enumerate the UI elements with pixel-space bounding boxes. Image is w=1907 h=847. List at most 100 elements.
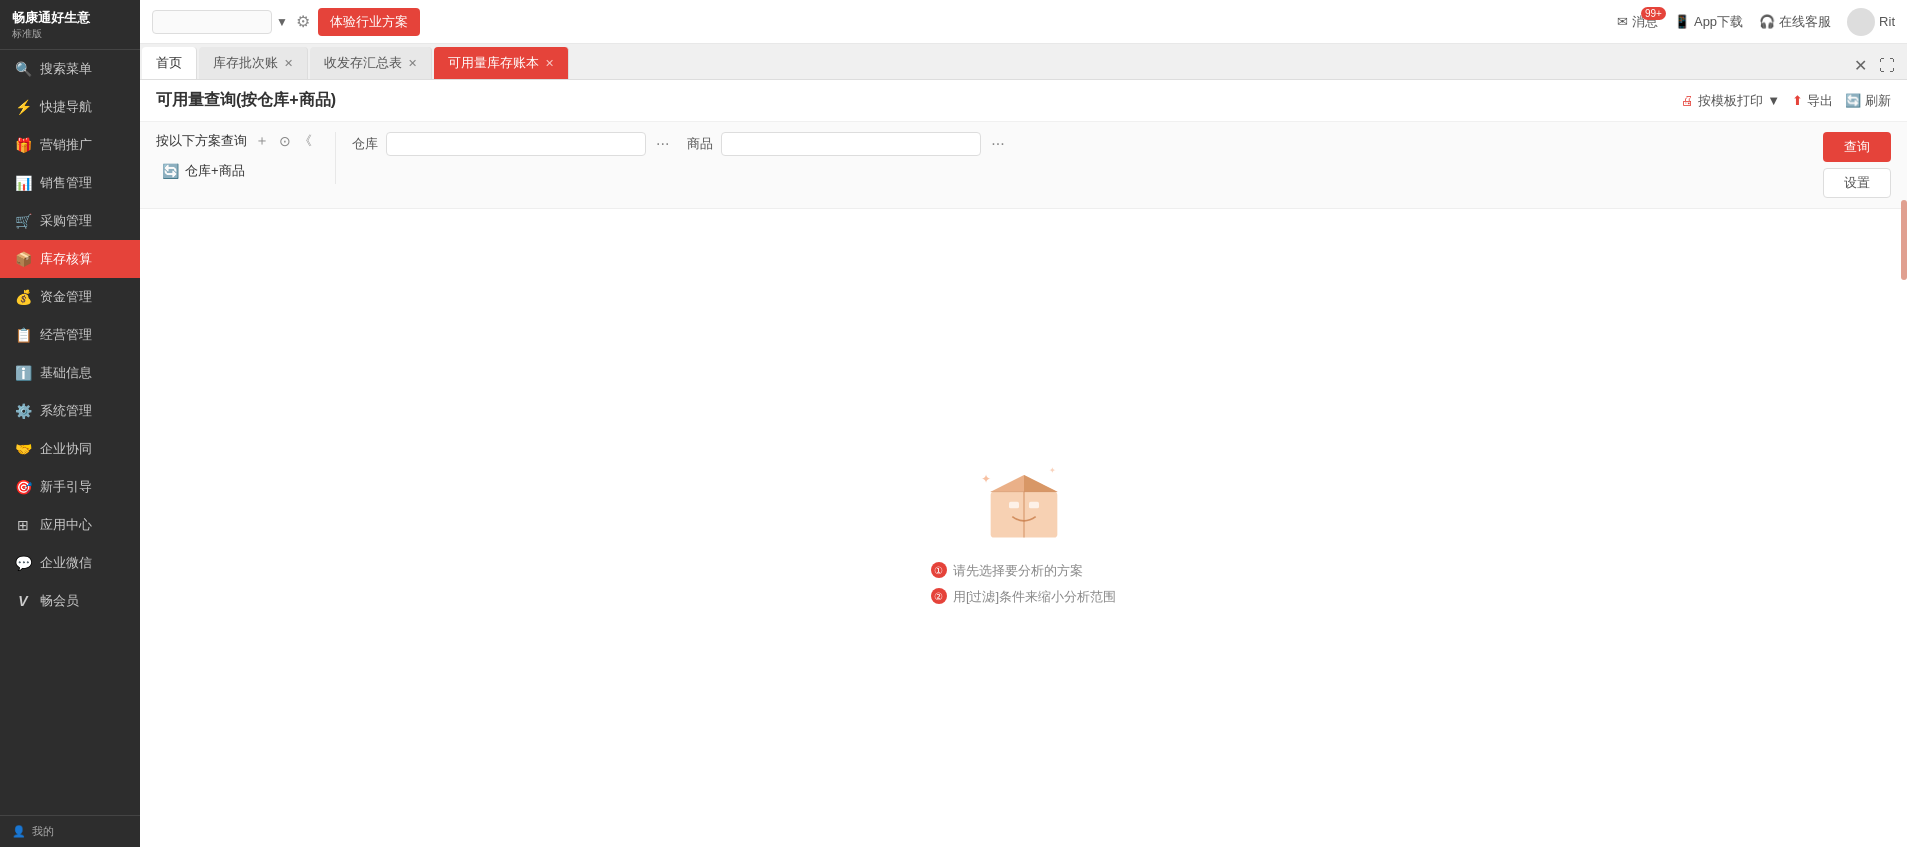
sidebar-item-label: 新手引导 <box>40 478 92 496</box>
collapse-filter-button[interactable]: 《 <box>299 132 312 150</box>
settings-scheme-button[interactable]: ⊙ <box>277 133 293 149</box>
tab-available-ledger-label: 可用量库存账本 <box>448 54 539 72</box>
money-icon: 💰 <box>14 289 32 305</box>
trial-button[interactable]: 体验行业方案 <box>318 8 420 36</box>
right-scroll-indicator[interactable] <box>1901 200 1907 280</box>
sidebar-item-corpwechat[interactable]: 💬 企业微信 <box>0 544 140 582</box>
sidebar-item-system[interactable]: ⚙️ 系统管理 <box>0 392 140 430</box>
phone-icon: 📱 <box>1674 14 1690 29</box>
tab-recv-summary-close[interactable]: ✕ <box>408 57 417 70</box>
sidebar: 畅康通好生意 标准版 🔍 搜索菜单 ⚡ 快捷导航 🎁 营销推广 📊 销售管理 🛒… <box>0 0 140 847</box>
tab-expand-button[interactable]: ⛶ <box>1875 53 1899 79</box>
chart-icon: 📊 <box>14 175 32 191</box>
online-service-button[interactable]: 🎧 在线客服 <box>1759 13 1831 31</box>
sidebar-item-marketing[interactable]: 🎁 营销推广 <box>0 126 140 164</box>
sidebar-item-sales[interactable]: 📊 销售管理 <box>0 164 140 202</box>
sidebar-item-appcenter[interactable]: ⊞ 应用中心 <box>0 506 140 544</box>
sidebar-item-fund[interactable]: 💰 资金管理 <box>0 278 140 316</box>
user-area[interactable]: Rit <box>1847 8 1895 36</box>
goods-input[interactable] <box>721 132 981 156</box>
gift-icon: 🎁 <box>14 137 32 153</box>
tab-recv-summary-label: 收发存汇总表 <box>324 54 402 72</box>
sidebar-item-label: 营销推广 <box>40 136 92 154</box>
export-icon: ⬆ <box>1792 93 1803 108</box>
warehouse-input[interactable] <box>386 132 646 156</box>
sidebar-item-shortcut[interactable]: ⚡ 快捷导航 <box>0 88 140 126</box>
wechat-icon: 💬 <box>14 555 32 571</box>
sidebar-logo: 畅康通好生意 标准版 <box>0 0 140 50</box>
filter-row-1: 仓库 ··· 商品 ··· <box>352 132 1807 156</box>
refresh-button[interactable]: 🔄 刷新 <box>1845 92 1891 110</box>
sidebar-item-inventory[interactable]: 📦 库存核算 <box>0 240 140 278</box>
refresh-icon: 🔄 <box>1845 93 1861 108</box>
filter-actions: 查询 设置 <box>1823 132 1891 198</box>
tab-batch-ledger[interactable]: 库存批次账 ✕ <box>199 47 308 79</box>
filter-panel: 按以下方案查询 ＋ ⊙ 《 🔄 仓库+商品 仓库 ··· <box>140 122 1907 209</box>
tab-close-all-button[interactable]: ✕ <box>1850 52 1871 79</box>
sidebar-item-label: 应用中心 <box>40 516 92 534</box>
header-right: ✉ 消息 99+ 📱 App下载 🎧 在线客服 Rit <box>1617 8 1895 36</box>
filter-scheme-panel: 按以下方案查询 ＋ ⊙ 《 🔄 仓库+商品 <box>156 132 336 184</box>
svg-rect-5 <box>1009 502 1019 509</box>
warehouse-label: 仓库 <box>352 135 378 153</box>
goods-label: 商品 <box>687 135 713 153</box>
sidebar-item-guide[interactable]: 🎯 新手引导 <box>0 468 140 506</box>
sidebar-item-label: 经营管理 <box>40 326 92 344</box>
sidebar-item-basicinfo[interactable]: ℹ️ 基础信息 <box>0 354 140 392</box>
app-download-button[interactable]: 📱 App下载 <box>1674 13 1743 31</box>
filter-scheme-label: 按以下方案查询 <box>156 132 247 150</box>
filter-settings-button[interactable]: 设置 <box>1823 168 1891 198</box>
sidebar-item-purchase[interactable]: 🛒 采购管理 <box>0 202 140 240</box>
handshake-icon: 🤝 <box>14 441 32 457</box>
warehouse-more-button[interactable]: ··· <box>654 135 671 153</box>
scheme-item-label: 仓库+商品 <box>185 162 245 180</box>
sidebar-item-corp-collab[interactable]: 🤝 企业协同 <box>0 430 140 468</box>
grid-icon: ⊞ <box>14 517 32 533</box>
page-content: 可用量查询(按仓库+商品) 🖨 按模板打印 ▼ ⬆ 导出 🔄 刷新 <box>140 80 1907 847</box>
lightning-icon: ⚡ <box>14 99 32 115</box>
sidebar-item-label: 搜索菜单 <box>40 60 92 78</box>
top-header: ▼ ⚙ 体验行业方案 ✉ 消息 99+ 📱 App下载 🎧 在线客服 Rit <box>140 0 1907 44</box>
sidebar-item-label: 系统管理 <box>40 402 92 420</box>
app-name: 畅康通好生意 <box>12 10 128 27</box>
goods-more-button[interactable]: ··· <box>989 135 1006 153</box>
main-area: ▼ ⚙ 体验行业方案 ✉ 消息 99+ 📱 App下载 🎧 在线客服 Rit <box>140 0 1907 847</box>
print-dropdown-icon: ▼ <box>1767 93 1780 108</box>
add-scheme-button[interactable]: ＋ <box>253 132 271 150</box>
footer-icon: 👤 <box>12 825 26 838</box>
tab-available-ledger-close[interactable]: ✕ <box>545 57 554 70</box>
svg-text:✦: ✦ <box>1049 465 1056 475</box>
svg-text:✦: ✦ <box>980 472 990 485</box>
sidebar-item-label: 畅会员 <box>40 592 79 610</box>
export-button[interactable]: ⬆ 导出 <box>1792 92 1833 110</box>
tab-recv-summary[interactable]: 收发存汇总表 ✕ <box>310 47 432 79</box>
print-button[interactable]: 🖨 按模板打印 ▼ <box>1681 92 1780 110</box>
tab-available-ledger[interactable]: 可用量库存账本 ✕ <box>434 47 569 79</box>
tab-home[interactable]: 首页 <box>142 47 197 79</box>
header-dropdown-btn[interactable]: ▼ <box>276 15 288 29</box>
search-icon: 🔍 <box>14 61 32 77</box>
box-icon: 📦 <box>14 251 32 267</box>
empty-tips: ① 请先选择要分析的方案 ② 用[过滤]条件来缩小分析范围 <box>931 562 1116 606</box>
cart-icon: 🛒 <box>14 213 32 229</box>
export-label: 导出 <box>1807 92 1833 110</box>
sidebar-item-label: 资金管理 <box>40 288 92 306</box>
sidebar-item-vip[interactable]: V 畅会员 <box>0 582 140 620</box>
sidebar-item-search[interactable]: 🔍 搜索菜单 <box>0 50 140 88</box>
refresh-label: 刷新 <box>1865 92 1891 110</box>
header-gear-icon[interactable]: ⚙ <box>296 12 310 31</box>
print-icon: 🖨 <box>1681 93 1694 108</box>
header-search-area: ▼ <box>152 10 288 34</box>
query-button[interactable]: 查询 <box>1823 132 1891 162</box>
scheme-item-warehouse-goods[interactable]: 🔄 仓库+商品 <box>156 158 323 184</box>
tab-batch-ledger-close[interactable]: ✕ <box>284 57 293 70</box>
svg-rect-6 <box>1029 502 1039 509</box>
version-badge: 标准版 <box>12 27 128 41</box>
header-search-input[interactable] <box>152 10 272 34</box>
message-button[interactable]: ✉ 消息 99+ <box>1617 13 1658 31</box>
tab-batch-ledger-label: 库存批次账 <box>213 54 278 72</box>
filter-fields: 仓库 ··· 商品 ··· <box>352 132 1807 156</box>
page-title: 可用量查询(按仓库+商品) <box>156 90 336 111</box>
sidebar-item-ops[interactable]: 📋 经营管理 <box>0 316 140 354</box>
sidebar-scroll: 🔍 搜索菜单 ⚡ 快捷导航 🎁 营销推广 📊 销售管理 🛒 采购管理 📦 库存核… <box>0 50 140 815</box>
